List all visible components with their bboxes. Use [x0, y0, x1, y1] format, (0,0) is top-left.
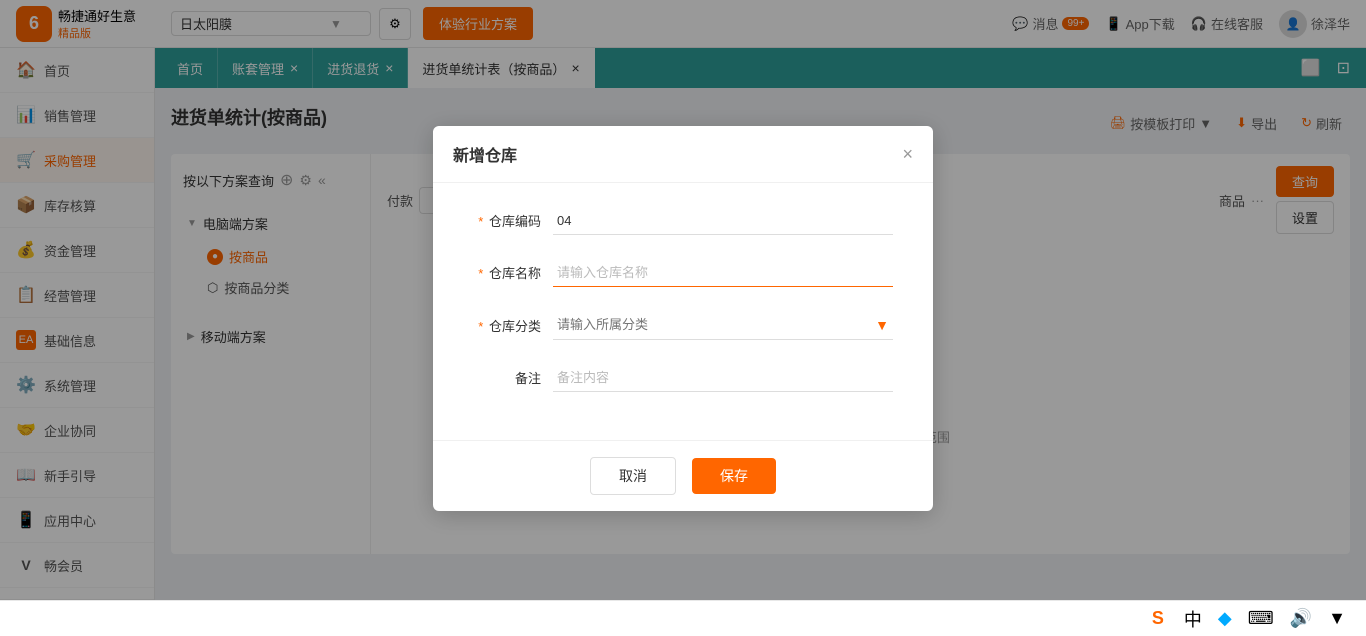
sougou-logo: S — [1152, 608, 1164, 629]
modal-footer: 取消 保存 — [433, 440, 933, 511]
modal-header: 新增仓库 × — [433, 126, 933, 183]
form-row-category: * 仓库分类 ▼ — [473, 311, 893, 340]
speaker-icon[interactable]: 🔊 — [1286, 604, 1316, 633]
warehouse-name-input[interactable] — [553, 259, 893, 287]
bottom-bar: S 中 ◆ ⌨ 🔊 ▼ — [0, 600, 1366, 636]
form-row-note: 备注 — [473, 364, 893, 392]
form-row-code: * 仓库编码 — [473, 207, 893, 235]
chevron-icon[interactable]: ▼ — [1324, 604, 1350, 633]
name-label: * 仓库名称 — [473, 263, 553, 282]
keyboard-icon[interactable]: ⌨ — [1244, 604, 1278, 633]
modal-overlay: 新增仓库 × * 仓库编码 * 仓库名称 — [0, 0, 1366, 636]
form-row-name: * 仓库名称 — [473, 259, 893, 287]
note-label: 备注 — [473, 368, 553, 387]
required-star: * — [478, 214, 483, 229]
modal-title: 新增仓库 — [453, 142, 517, 166]
category-label: * 仓库分类 — [473, 316, 553, 335]
modal-body: * 仓库编码 * 仓库名称 * 仓库分类 — [433, 183, 933, 440]
category-input[interactable] — [557, 317, 875, 332]
cancel-btn[interactable]: 取消 — [590, 457, 676, 495]
category-chevron-icon: ▼ — [875, 317, 889, 333]
add-warehouse-modal: 新增仓库 × * 仓库编码 * 仓库名称 — [433, 126, 933, 511]
chinese-input-icon[interactable]: 中 — [1180, 602, 1206, 636]
warehouse-note-input[interactable] — [553, 364, 893, 392]
save-btn[interactable]: 保存 — [692, 458, 776, 494]
diamond-icon[interactable]: ◆ — [1214, 604, 1236, 633]
required-star-cat: * — [478, 319, 483, 334]
code-label: * 仓库编码 — [473, 211, 553, 230]
category-select-wrapper: ▼ — [553, 311, 893, 340]
warehouse-code-input[interactable] — [553, 207, 893, 235]
required-star-name: * — [478, 266, 483, 281]
modal-close-btn[interactable]: × — [902, 145, 913, 163]
